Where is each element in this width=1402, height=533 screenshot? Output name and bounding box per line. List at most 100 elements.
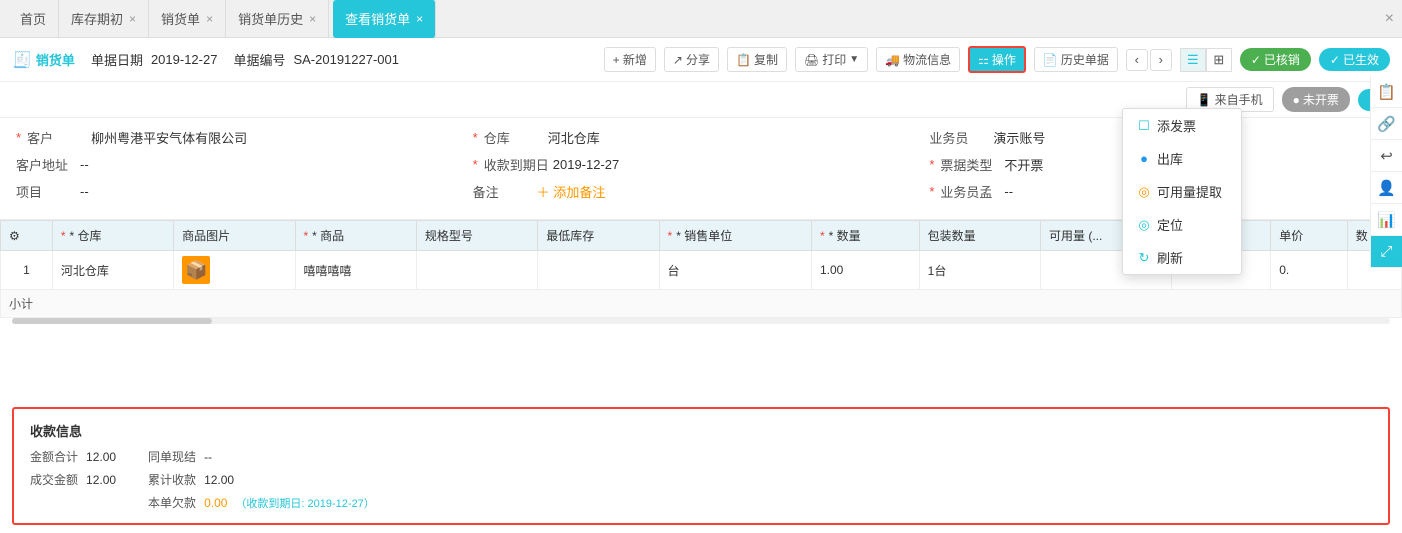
col-qty: ** 数量 xyxy=(811,221,919,251)
deal-amount-field: 成交金额 12.00 xyxy=(30,471,116,488)
project-field: 项目 -- xyxy=(16,182,473,201)
sidebar-expand-icon[interactable]: ⤢ xyxy=(1371,236,1402,268)
row-price: 0. xyxy=(1271,251,1348,290)
payment-title: 收款信息 xyxy=(30,421,1372,440)
print-dropdown-arrow[interactable]: ▼ xyxy=(849,54,859,65)
share-icon: ↗ xyxy=(673,53,683,67)
sidebar-doc-icon[interactable]: 📋 xyxy=(1371,76,1402,108)
grid-view-button[interactable]: ⊞ xyxy=(1206,48,1232,72)
window-close-button[interactable]: × xyxy=(1385,10,1394,28)
menu-avail-extract[interactable]: ◎ 可用量提取 xyxy=(1123,175,1241,208)
doc-no-field: 单据编号 SA-20191227-001 xyxy=(233,50,399,69)
total-collection-field: 累计收款 12.00 xyxy=(148,471,375,488)
doc-type-label: 🧾 销货单 xyxy=(12,50,75,70)
next-button[interactable]: › xyxy=(1150,49,1172,71)
view-toggle: ☰ ⊞ xyxy=(1180,48,1232,72)
tab-close-sales[interactable]: × xyxy=(206,12,213,26)
sidebar-return-icon[interactable]: ↩ xyxy=(1371,140,1402,172)
row-product: 嘻嘻嘻嘻 xyxy=(295,251,416,290)
address-field: 客户地址 -- xyxy=(16,155,473,174)
nav-arrows: ‹ › xyxy=(1126,49,1172,71)
customer-field: * 客户 柳州粤港平安气体有限公司 xyxy=(16,128,473,147)
operation-icon: ⚏ xyxy=(978,53,989,67)
this-due-field: 本单欠款 0.00 （收款到期日: 2019-12-27） xyxy=(148,494,375,511)
sales-order-icon: 🧾 xyxy=(12,50,32,70)
product-image: 📦 xyxy=(182,256,210,284)
sidebar-link-icon[interactable]: 🔗 xyxy=(1371,108,1402,140)
locate-icon: ◎ xyxy=(1137,218,1151,232)
logistics-icon: 🚚 xyxy=(885,53,900,67)
check-icon: ✓ xyxy=(1251,53,1261,67)
out-stock-icon: ● xyxy=(1137,152,1151,166)
tab-close-view[interactable]: × xyxy=(416,12,423,26)
copy-icon: 📋 xyxy=(736,53,751,67)
col-image: 商品图片 xyxy=(174,221,295,251)
payment-col-1: 金额合计 12.00 成交金额 12.00 xyxy=(30,448,116,511)
tab-inventory-init[interactable]: 库存期初 × xyxy=(59,0,149,38)
history-button[interactable]: 📄 历史单据 xyxy=(1034,47,1118,72)
row-min-stock xyxy=(538,251,659,290)
row-pkg-qty: 1台 xyxy=(919,251,1040,290)
tab-close-inventory[interactable]: × xyxy=(129,12,136,26)
list-view-button[interactable]: ☰ xyxy=(1180,48,1206,72)
subtotal-row: 小计 xyxy=(1,290,1402,318)
tab-home[interactable]: 首页 xyxy=(8,0,59,38)
status-sold-button[interactable]: ✓ 已核销 xyxy=(1240,48,1311,71)
operation-dropdown: ☐ 添发票 ● 出库 ◎ 可用量提取 ◎ 定位 ↻ 刷新 xyxy=(1122,108,1242,275)
tab-close-history[interactable]: × xyxy=(309,12,316,26)
add-remark-icon: ＋ xyxy=(537,185,550,200)
menu-refresh[interactable]: ↻ 刷新 xyxy=(1123,241,1241,274)
menu-add-invoice[interactable]: ☐ 添发票 xyxy=(1123,109,1241,142)
menu-locate[interactable]: ◎ 定位 xyxy=(1123,208,1241,241)
payment-col-2: 同单现结 -- 累计收款 12.00 本单欠款 0.00 （收款到期日: 201… xyxy=(148,448,375,511)
tab-sales-history[interactable]: 销货单历史 × xyxy=(226,0,329,38)
history-icon: 📄 xyxy=(1043,53,1058,67)
menu-out-stock[interactable]: ● 出库 xyxy=(1123,142,1241,175)
col-min-stock: 最低库存 xyxy=(538,221,659,251)
ticket-icon: ● xyxy=(1293,93,1300,107)
doc-date-field: 单据日期 2019-12-27 xyxy=(91,50,218,69)
print-icon: 🖨 xyxy=(804,53,819,67)
row-spec xyxy=(416,251,537,290)
col-gear: ⚙ xyxy=(1,221,53,251)
warehouse-field: * 仓库 河北仓库 xyxy=(473,128,930,147)
col-product: ** 商品 xyxy=(295,221,416,251)
row-warehouse: 河北仓库 xyxy=(52,251,173,290)
col-unit: ** 销售单位 xyxy=(659,221,811,251)
subtotal-label: 小计 xyxy=(1,290,1402,318)
due-date-field: * 收款到期日 2019-12-27 xyxy=(473,155,930,174)
copy-button[interactable]: 📋 复制 xyxy=(727,47,787,72)
col-warehouse: ** 仓库 xyxy=(52,221,173,251)
row-seq: 1 xyxy=(1,251,53,290)
refresh-icon: ↻ xyxy=(1137,251,1151,265)
print-button[interactable]: 🖨 打印 ▼ xyxy=(795,47,868,72)
payment-fields: 金额合计 12.00 成交金额 12.00 同单现结 -- 累计收款 xyxy=(30,448,1372,511)
same-order-field: 同单现结 -- xyxy=(148,448,375,465)
sidebar-user-icon[interactable]: 👤 xyxy=(1371,172,1402,204)
not-open-ticket-button[interactable]: ● 未开票 xyxy=(1282,87,1350,112)
row-qty: 1.00 xyxy=(811,251,919,290)
row-image: 📦 xyxy=(174,251,295,290)
share-button[interactable]: ↗ 分享 xyxy=(664,47,719,72)
horizontal-scrollbar[interactable] xyxy=(12,318,1390,324)
tab-sales-order[interactable]: 销货单 × xyxy=(149,0,226,38)
prev-button[interactable]: ‹ xyxy=(1126,49,1148,71)
row-unit: 台 xyxy=(659,251,811,290)
amount-total-field: 金额合计 12.00 xyxy=(30,448,116,465)
col-spec: 规格型号 xyxy=(416,221,537,251)
operation-button[interactable]: ⚏ 操作 xyxy=(968,46,1026,73)
status-effect-button[interactable]: ✓ 已生效 xyxy=(1319,48,1390,71)
avail-extract-icon: ◎ xyxy=(1137,185,1151,199)
logistics-button[interactable]: 🚚 物流信息 xyxy=(876,47,960,72)
mobile-icon: 📱 xyxy=(1197,93,1212,107)
remark-field: 备注 ＋ 添加备注 xyxy=(473,182,930,201)
add-invoice-icon: ☐ xyxy=(1137,119,1151,133)
tab-view-sales[interactable]: 查看销货单 × xyxy=(333,0,436,38)
add-button[interactable]: + 新增 xyxy=(604,47,656,72)
tab-bar: 首页 库存期初 × 销货单 × 销货单历史 × 查看销货单 × × xyxy=(0,0,1402,38)
doc-header: 🧾 销货单 单据日期 2019-12-27 单据编号 SA-20191227-0… xyxy=(0,38,1402,82)
doc-actions: + 新增 ↗ 分享 📋 复制 🖨 打印 ▼ 🚚 物流信息 xyxy=(604,46,1390,73)
sidebar-chart-icon[interactable]: 📊 xyxy=(1371,204,1402,236)
col-price: 单价 xyxy=(1271,221,1348,251)
scroll-thumb xyxy=(12,318,212,324)
